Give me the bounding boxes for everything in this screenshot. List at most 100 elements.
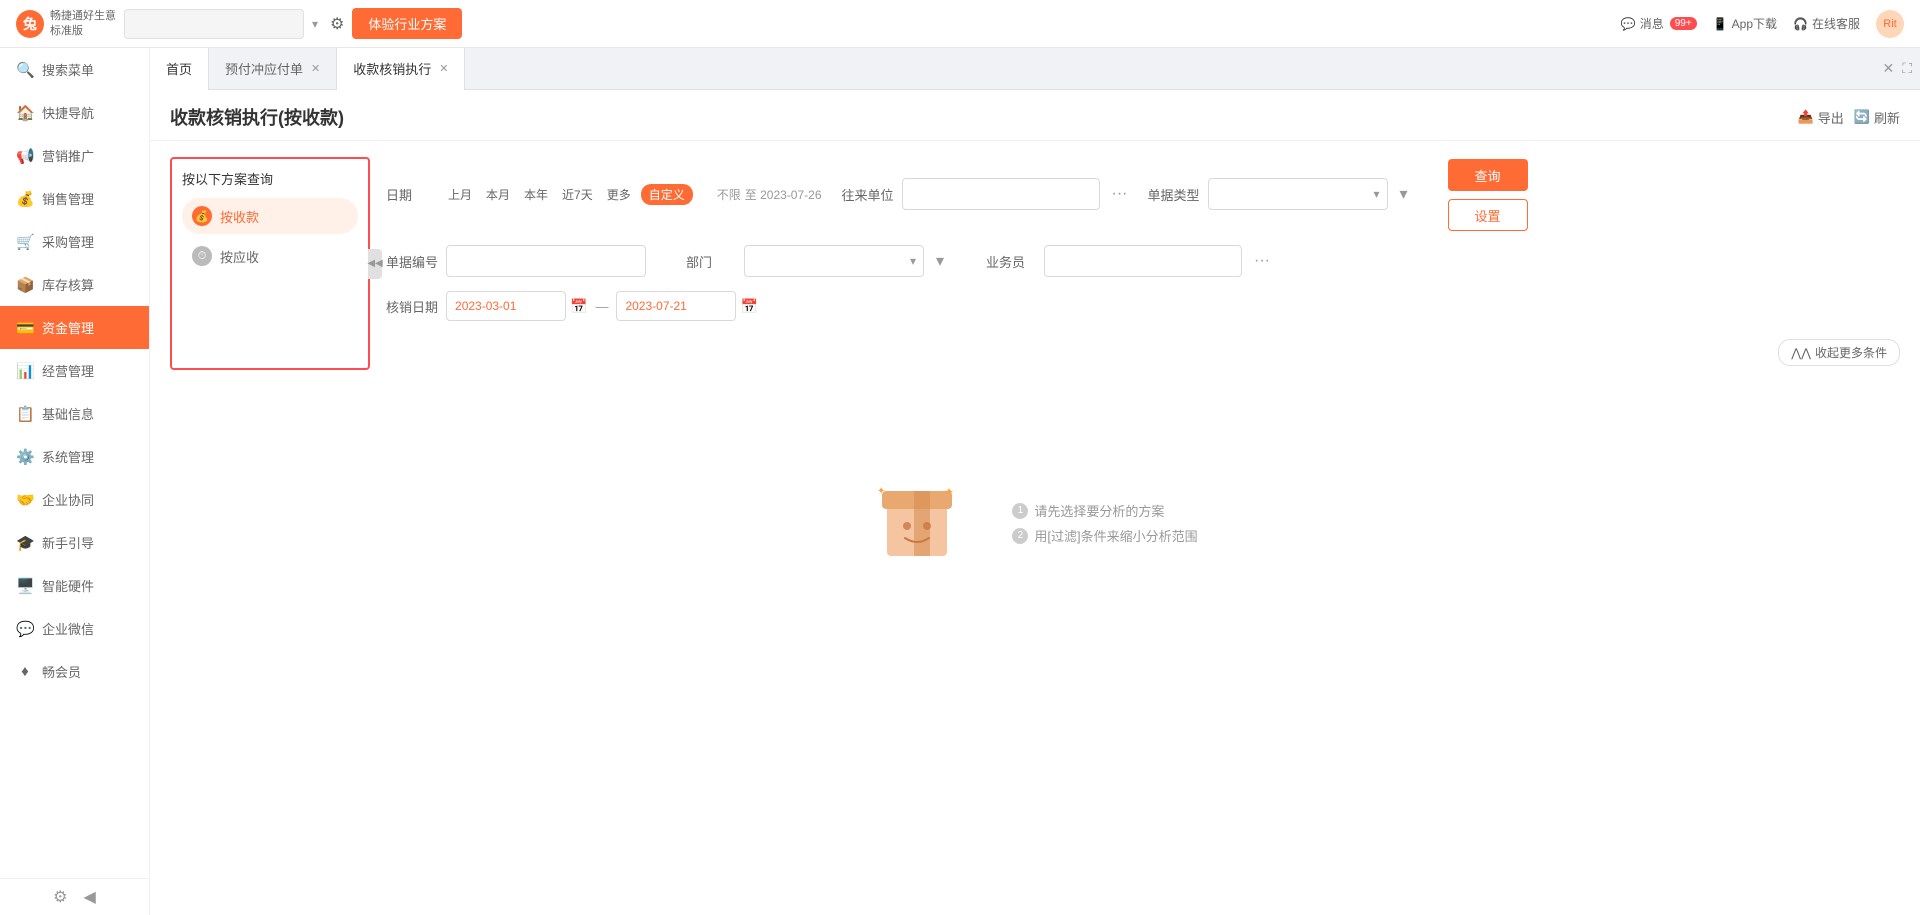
hardware-icon: 🖥️: [16, 577, 34, 595]
employee-input[interactable]: [1044, 245, 1242, 277]
collapse-up-icon: ⋀⋀: [1791, 346, 1811, 360]
tab-maximize-btn[interactable]: ⛶: [1902, 60, 1912, 77]
partner-input[interactable]: [902, 178, 1100, 210]
date-btn-custom[interactable]: 自定义: [641, 184, 693, 205]
partner-label: 往来单位: [842, 185, 894, 204]
sidebar-item-wechat[interactable]: 💬 企业微信: [0, 607, 149, 650]
filter-writeoff-date-field: 核销日期 📅 — 📅: [386, 291, 758, 321]
filter-partner-field: 往来单位 ···: [842, 178, 1128, 210]
filter-employee-field: 业务员 ···: [986, 245, 1270, 277]
tab-close-receipt[interactable]: ✕: [439, 62, 448, 75]
refresh-icon: 🔄: [1854, 109, 1870, 125]
tab-receipt-writeoff[interactable]: 收款核销执行 ✕: [337, 48, 465, 90]
export-btn[interactable]: 📤 导出: [1798, 108, 1844, 127]
sidebar-item-finance[interactable]: 💳 资金管理: [0, 306, 149, 349]
date-btn-more[interactable]: 更多: [603, 184, 635, 205]
filter-actions: 查询 设置: [1448, 157, 1528, 231]
writeoff-end-input[interactable]: [616, 291, 736, 321]
filter-dept-field: 部门 ▾: [686, 245, 966, 277]
sidebar-item-business[interactable]: 📊 经营管理: [0, 349, 149, 392]
user-avatar[interactable]: Rit: [1876, 10, 1904, 38]
empty-hint-1: 1 请先选择要分析的方案: [1012, 501, 1197, 520]
solution-button[interactable]: 体验行业方案: [352, 8, 462, 39]
app-download-icon: 📱: [1713, 17, 1728, 31]
basic-info-icon: 📋: [16, 405, 34, 423]
sidebar-item-marketing[interactable]: 📢 营销推广: [0, 134, 149, 177]
date-btn-last-month[interactable]: 上月: [444, 184, 476, 205]
tab-close-all-btn[interactable]: ✕: [1882, 60, 1894, 77]
logo-text: 畅捷通好生意 标准版: [50, 9, 116, 38]
top-bar-right: 💬 消息 99+ 📱 App下载 🎧 在线客服 Rit: [1621, 10, 1904, 38]
headset-icon: 🎧: [1793, 17, 1808, 31]
home-icon: 🏠: [16, 104, 34, 122]
message-btn[interactable]: 💬 消息 99+: [1621, 15, 1697, 32]
date-dash: —: [595, 299, 608, 314]
dept-select[interactable]: [744, 245, 924, 277]
top-bar-left: 兔 畅捷通好生意 标准版 ▾ ⚙ 体验行业方案: [16, 8, 462, 39]
logo-icon: 兔: [16, 10, 44, 38]
tab-close-prepay[interactable]: ✕: [311, 62, 320, 75]
bottom-collapse-icon[interactable]: ◀: [84, 887, 96, 907]
tab-home[interactable]: 首页: [150, 48, 209, 90]
doc-no-input[interactable]: [446, 245, 646, 277]
filter-container: 按以下方案查询 💰 按收款 ⏱ 按应收 ◀◀ 日期: [150, 141, 1920, 386]
step-1-icon: 1: [1012, 503, 1028, 519]
writeoff-end-calendar-icon[interactable]: 📅: [740, 298, 757, 315]
writeoff-start-input[interactable]: [446, 291, 566, 321]
sidebar-item-enterprise[interactable]: 🤝 企业协同: [0, 478, 149, 521]
doc-type-select[interactable]: [1208, 178, 1388, 210]
settings-button[interactable]: 设置: [1448, 199, 1528, 231]
purchase-icon: 🛒: [16, 233, 34, 251]
filter-doc-no-field: 单据编号: [386, 245, 666, 277]
online-service-btn[interactable]: 🎧 在线客服: [1793, 15, 1860, 32]
filter-receipt-icon: 💰: [192, 206, 212, 226]
export-icon: 📤: [1798, 109, 1814, 125]
empty-hint-2: 2 用[过滤]条件来缩小分析范围: [1012, 526, 1197, 545]
settings-icon[interactable]: ⚙: [330, 14, 344, 34]
date-btn-this-month[interactable]: 本月: [482, 184, 514, 205]
query-button[interactable]: 查询: [1448, 159, 1528, 191]
filter-doc-type-field: 单据类型 ▾: [1148, 178, 1428, 210]
empty-illustration: ✦ ✦: [872, 466, 972, 566]
filter-sidebar-collapse-btn[interactable]: ◀◀: [368, 249, 382, 279]
doc-type-label: 单据类型: [1148, 185, 1200, 204]
partner-more-icon[interactable]: ···: [1112, 185, 1128, 203]
refresh-btn[interactable]: 🔄 刷新: [1854, 108, 1900, 127]
business-icon: 📊: [16, 362, 34, 380]
filter-sidebar-title: 按以下方案查询: [182, 169, 358, 188]
top-bar: 兔 畅捷通好生意 标准版 ▾ ⚙ 体验行业方案 💬 消息 99+ 📱 App下载…: [0, 0, 1920, 48]
filter-option-by-receipt[interactable]: 💰 按收款: [182, 198, 358, 234]
sidebar-item-basic-info[interactable]: 📋 基础信息: [0, 392, 149, 435]
employee-label: 业务员: [986, 252, 1036, 271]
app-logo: 兔 畅捷通好生意 标准版: [16, 9, 116, 38]
writeoff-start-calendar-icon[interactable]: 📅: [570, 298, 587, 315]
sidebar-item-system[interactable]: ⚙️ 系统管理: [0, 435, 149, 478]
date-no-limit-label: 不限: [717, 186, 741, 203]
bottom-settings-icon[interactable]: ⚙: [53, 887, 67, 907]
date-btn-7days[interactable]: 近7天: [558, 184, 597, 205]
date-btn-this-year[interactable]: 本年: [520, 184, 552, 205]
filter-row-1: 日期 上月 本月 本年 近7天 更多 自定义 不限 至 2023-07-26: [386, 157, 1900, 231]
page-header-actions: 📤 导出 🔄 刷新: [1798, 108, 1900, 127]
search-chevron-icon[interactable]: ▾: [312, 17, 318, 31]
tab-prepay[interactable]: 预付冲应付单 ✕: [209, 48, 337, 90]
sidebar-item-inventory[interactable]: 📦 库存核算: [0, 263, 149, 306]
sidebar-item-purchase[interactable]: 🛒 采购管理: [0, 220, 149, 263]
sidebar-item-guide[interactable]: 🎓 新手引导: [0, 521, 149, 564]
sidebar-item-search-menu[interactable]: 🔍 搜索菜单: [0, 48, 149, 91]
sidebar-item-sales[interactable]: 💰 销售管理: [0, 177, 149, 220]
app-download-btn[interactable]: 📱 App下载: [1713, 15, 1777, 32]
employee-more-icon[interactable]: ···: [1254, 252, 1270, 270]
tab-bar: 首页 预付冲应付单 ✕ 收款核销执行 ✕ ✕ ⛶: [150, 48, 1920, 90]
dept-more-icon[interactable]: ▾: [936, 251, 944, 271]
sidebar-item-hardware[interactable]: 🖥️ 智能硬件: [0, 564, 149, 607]
doc-type-more-icon[interactable]: ▾: [1400, 184, 1408, 204]
sidebar-item-quick-nav[interactable]: 🏠 快捷导航: [0, 91, 149, 134]
top-search-input[interactable]: [124, 9, 304, 39]
date-to-label: 至 2023-07-26: [745, 186, 822, 203]
filter-option-by-receivable[interactable]: ⏱ 按应收: [182, 238, 358, 274]
sidebar-item-member[interactable]: ♦ 畅会员: [0, 650, 149, 693]
wechat-icon: 💬: [16, 620, 34, 638]
writeoff-date-label: 核销日期: [386, 297, 438, 316]
collapse-more-btn[interactable]: ⋀⋀ 收起更多条件: [1778, 339, 1900, 366]
